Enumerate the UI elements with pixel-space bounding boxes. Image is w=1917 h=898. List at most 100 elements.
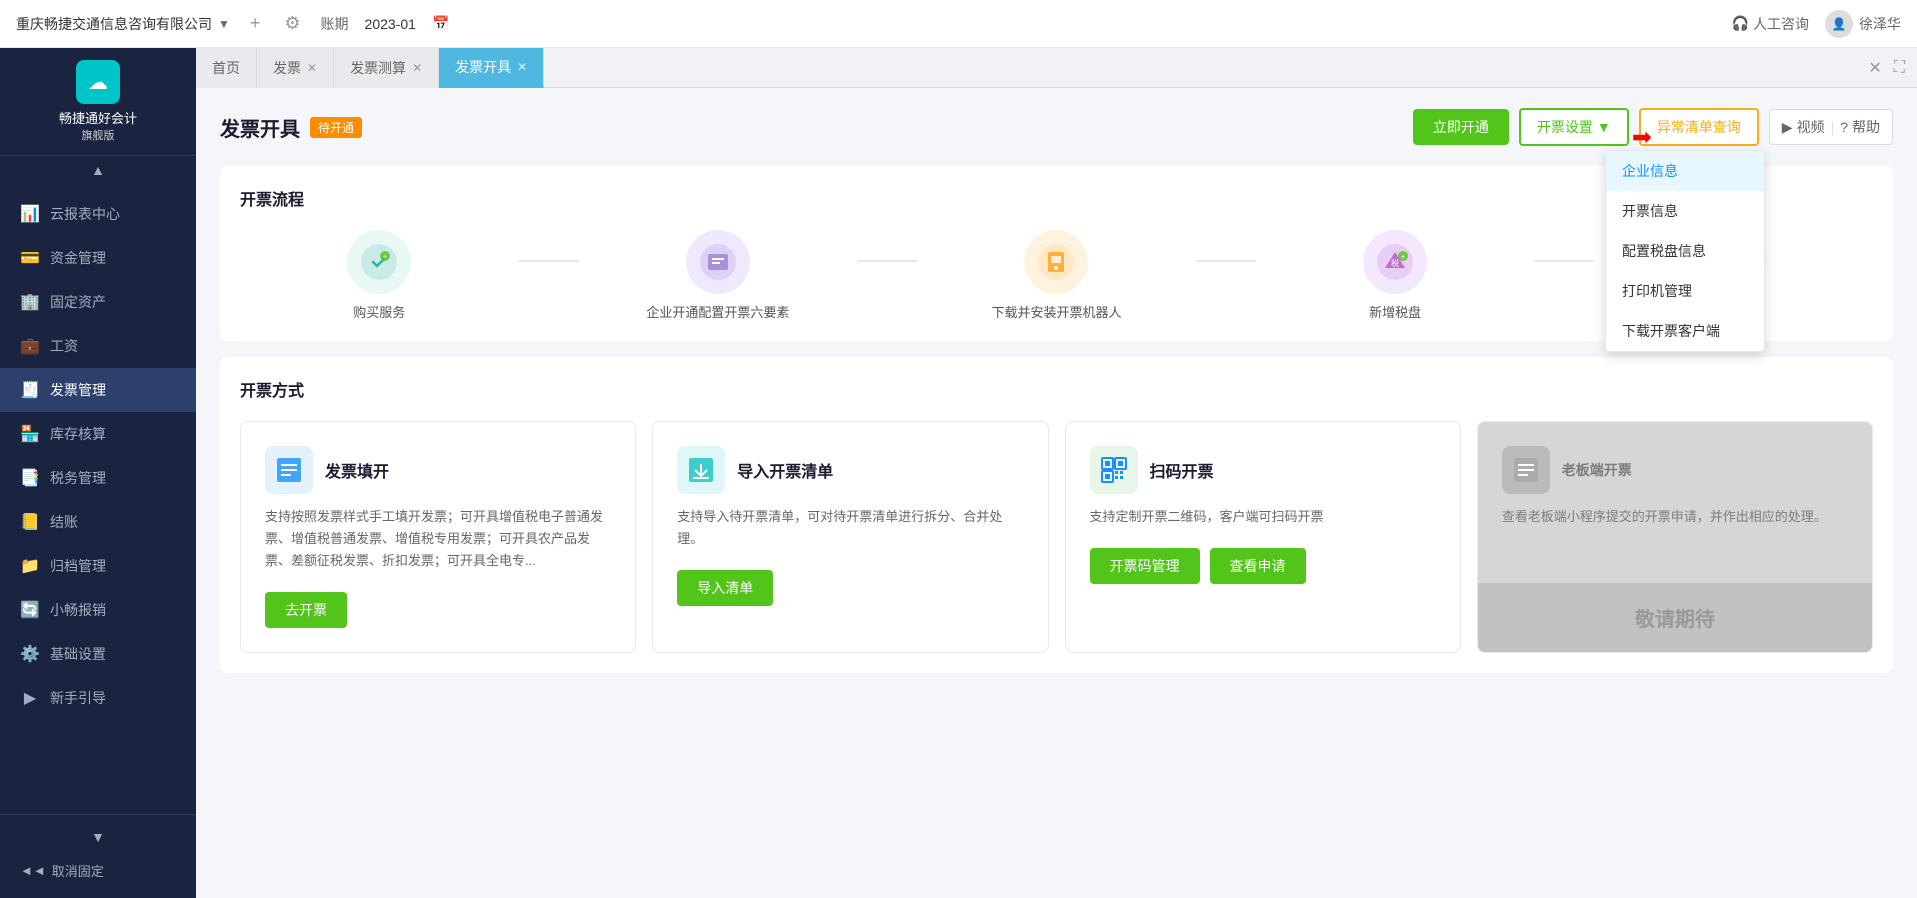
sidebar-item-label: 归档管理 bbox=[50, 556, 106, 576]
sidebar-item-label: 云报表中心 bbox=[50, 204, 120, 224]
sidebar-item-payroll[interactable]: 💼 工资 bbox=[0, 324, 196, 368]
sidebar-item-finance[interactable]: 💳 资金管理 bbox=[0, 236, 196, 280]
method-title-1: 发票填开 bbox=[325, 458, 389, 482]
sidebar-scroll-up[interactable]: ▲ bbox=[0, 156, 196, 184]
sidebar-item-settings[interactable]: ⚙️ 基础设置 bbox=[0, 632, 196, 676]
content-area: 首页 发票 ✕ 发票测算 ✕ 发票开具 ✕ ✕ ⛶ bbox=[196, 48, 1917, 898]
abnormal-list-button[interactable]: 异常清单查询 bbox=[1639, 108, 1759, 146]
sidebar-scroll-down[interactable]: ▼ bbox=[0, 823, 196, 851]
step-label-1: 购买服务 bbox=[353, 302, 405, 321]
close-tab-button[interactable]: ✕ bbox=[1864, 54, 1885, 82]
sidebar-item-inventory[interactable]: 🏪 库存核算 bbox=[0, 412, 196, 456]
qr-manage-button[interactable]: 开票码管理 bbox=[1090, 548, 1200, 584]
tab-invoice-open[interactable]: 发票开具 ✕ bbox=[439, 48, 544, 88]
step-label-3: 下载并安装开票机器人 bbox=[991, 302, 1121, 321]
dropdown-item-invoice-info[interactable]: 开票信息 bbox=[1606, 191, 1764, 231]
method-cards: 发票填开 支持按照发票样式手工填开发票；可开具增值税电子普通发票、增值税普通发票… bbox=[240, 421, 1873, 653]
divider: | bbox=[1831, 119, 1835, 135]
import-icon bbox=[677, 446, 725, 494]
tab-label: 首页 bbox=[212, 58, 240, 78]
tab-close-icon[interactable]: ✕ bbox=[412, 61, 422, 75]
inventory-icon: 🏪 bbox=[20, 424, 40, 444]
company-dropdown-arrow: ▼ bbox=[218, 17, 230, 31]
tab-label: 发票开具 bbox=[455, 57, 511, 77]
sidebar-item-label: 库存核算 bbox=[50, 424, 106, 444]
company-name: 重庆畅捷交通信息咨询有限公司 bbox=[16, 14, 212, 34]
method-title-3: 扫码开票 bbox=[1150, 458, 1214, 482]
sidebar-item-label: 工资 bbox=[50, 336, 78, 356]
method-desc-4: 查看老板端小程序提交的开票申请，并作出相应的处理。 bbox=[1502, 506, 1848, 528]
dropdown-item-label: 配置税盘信息 bbox=[1622, 243, 1706, 259]
method-desc-3: 支持定制开票二维码，客户端可扫码开票 bbox=[1090, 506, 1436, 528]
method-actions-3: 开票码管理 查看申请 bbox=[1090, 548, 1436, 584]
dropdown-item-download-client[interactable]: 下载开票客户端 bbox=[1606, 311, 1764, 351]
dropdown-item-printer[interactable]: 打印机管理 bbox=[1606, 271, 1764, 311]
tab-bar: 首页 发票 ✕ 发票测算 ✕ 发票开具 ✕ ✕ ⛶ bbox=[196, 48, 1917, 88]
step-connector-1 bbox=[519, 260, 579, 262]
step-connector-2 bbox=[857, 260, 917, 262]
process-step-4: 税 + 新增税盘 bbox=[1256, 230, 1535, 321]
settings-label: 开票设置 bbox=[1537, 117, 1593, 137]
settle-icon: 📒 bbox=[20, 512, 40, 532]
dropdown-item-company[interactable]: 企业信息 bbox=[1606, 151, 1764, 191]
sidebar-item-expense[interactable]: 🔄 小畅报销 bbox=[0, 588, 196, 632]
user-menu[interactable]: 👤 徐泽华 bbox=[1825, 10, 1901, 38]
step-icon-3 bbox=[1024, 230, 1088, 294]
payroll-icon: 💼 bbox=[20, 336, 40, 356]
svg-text:税: 税 bbox=[1391, 258, 1399, 268]
invoice-settings-button[interactable]: 开票设置 ▼ bbox=[1519, 108, 1629, 146]
red-arrow-indicator: ➡ bbox=[1632, 123, 1652, 152]
top-header: 重庆畅捷交通信息咨询有限公司 ▼ + ⚙ 账期 2023-01 📅 🎧 人工咨询… bbox=[0, 0, 1917, 48]
invoice-icon: 🧾 bbox=[20, 380, 40, 400]
import-list-button[interactable]: 导入清单 bbox=[677, 570, 773, 606]
sidebar-item-label: 发票管理 bbox=[50, 380, 106, 400]
tab-invoice-calc[interactable]: 发票测算 ✕ bbox=[334, 48, 439, 88]
cancel-fixed-button[interactable]: ◄◄ 取消固定 bbox=[0, 851, 196, 890]
process-step-1: + 购买服务 bbox=[240, 230, 519, 321]
logo-text: 畅捷通好会计 bbox=[59, 108, 137, 127]
company-selector[interactable]: 重庆畅捷交通信息咨询有限公司 ▼ bbox=[16, 14, 230, 34]
add-tab-button[interactable]: + bbox=[246, 13, 265, 34]
sidebar-item-label: 小畅报销 bbox=[50, 600, 106, 620]
period-calendar-icon[interactable]: 📅 bbox=[432, 15, 449, 32]
user-name: 徐泽华 bbox=[1859, 14, 1901, 34]
tab-invoice[interactable]: 发票 ✕ bbox=[257, 48, 334, 88]
view-apply-button[interactable]: 查看申请 bbox=[1210, 548, 1306, 584]
sidebar-item-label: 新手引导 bbox=[50, 688, 106, 708]
support-button[interactable]: 🎧 人工咨询 bbox=[1732, 14, 1809, 34]
sidebar-item-invoice[interactable]: 🧾 发票管理 bbox=[0, 368, 196, 412]
dropdown-menu: ➡ 企业信息 开票信息 配置税盘信息 bbox=[1605, 150, 1765, 352]
method-card-boss: 老板端开票 查看老板端小程序提交的开票申请，并作出相应的处理。 敬请期待 bbox=[1477, 421, 1873, 653]
tab-close-icon[interactable]: ✕ bbox=[307, 61, 317, 75]
go-invoice-button[interactable]: 去开票 bbox=[265, 592, 347, 628]
question-icon: ? bbox=[1840, 119, 1848, 135]
settings-gear-icon[interactable]: ⚙ bbox=[280, 13, 304, 34]
tab-close-icon[interactable]: ✕ bbox=[517, 60, 527, 74]
sidebar-item-guide[interactable]: ▶ 新手引导 bbox=[0, 676, 196, 720]
sidebar-item-reports[interactable]: 📊 云报表中心 bbox=[0, 192, 196, 236]
immediate-open-button[interactable]: 立即开通 bbox=[1413, 109, 1509, 145]
page-title-area: 发票开具 待开通 bbox=[220, 113, 362, 142]
step-connector-3 bbox=[1196, 260, 1256, 262]
sidebar-item-assets[interactable]: 🏢 固定资产 bbox=[0, 280, 196, 324]
guide-icon: ▶ bbox=[20, 688, 40, 708]
help-button[interactable]: ▶ 视频 | ? 帮助 bbox=[1769, 109, 1893, 145]
sidebar-logo: ☁ 畅捷通好会计 旗舰版 bbox=[0, 48, 196, 156]
step-icon-4: 税 + bbox=[1363, 230, 1427, 294]
sidebar-item-archive[interactable]: 📁 归档管理 bbox=[0, 544, 196, 588]
methods-section: 开票方式 bbox=[220, 357, 1893, 673]
sidebar-item-settle[interactable]: 📒 结账 bbox=[0, 500, 196, 544]
step-icon-2 bbox=[686, 230, 750, 294]
dropdown-item-tax-config[interactable]: 配置税盘信息 bbox=[1606, 231, 1764, 271]
method-title-4: 老板端开票 bbox=[1562, 460, 1632, 480]
archive-icon: 📁 bbox=[20, 556, 40, 576]
maximize-tab-button[interactable]: ⛶ bbox=[1890, 55, 1909, 81]
method-actions-1: 去开票 bbox=[265, 592, 611, 628]
method-actions-2: 导入清单 bbox=[677, 570, 1023, 606]
headset-icon: 🎧 bbox=[1732, 15, 1749, 32]
video-label: 视频 bbox=[1797, 117, 1825, 137]
sidebar-item-tax[interactable]: 📑 税务管理 bbox=[0, 456, 196, 500]
sidebar-item-label: 税务管理 bbox=[50, 468, 106, 488]
tab-home[interactable]: 首页 bbox=[196, 48, 257, 88]
sidebar-nav: 📊 云报表中心 💳 资金管理 🏢 固定资产 💼 工资 🧾 发票管理 bbox=[0, 184, 196, 814]
